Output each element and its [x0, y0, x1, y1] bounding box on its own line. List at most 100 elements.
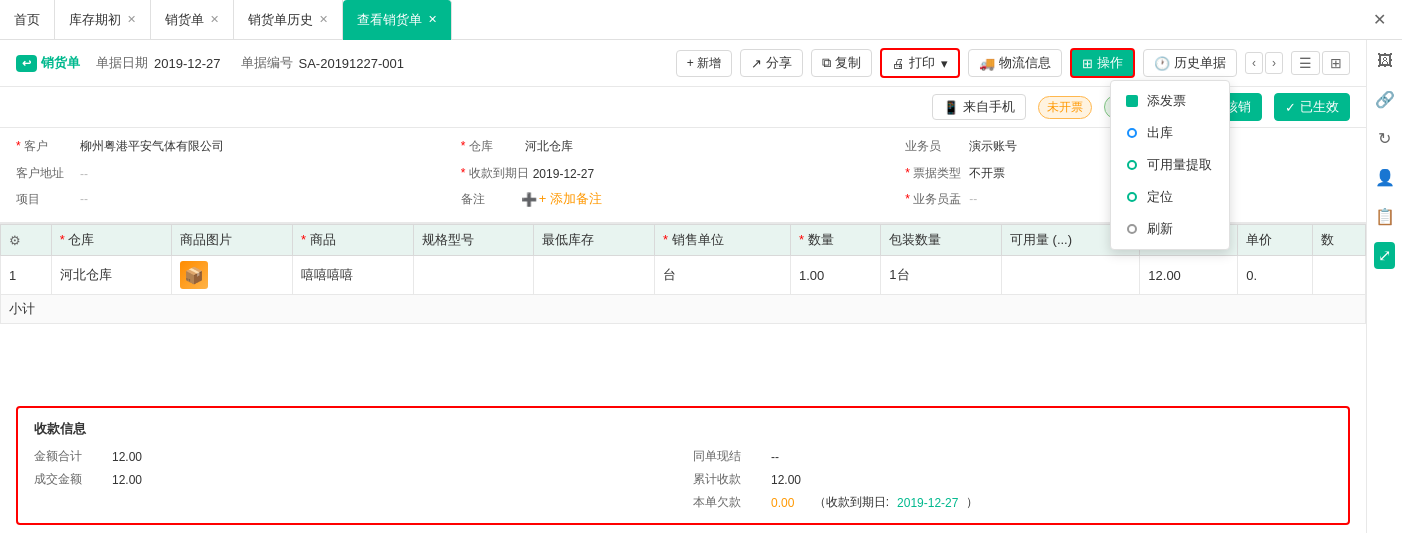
row-amount — [1313, 256, 1366, 295]
dropdown-outbound[interactable]: 出库 — [1111, 117, 1229, 149]
subtotal-row: 小计 — [1, 295, 1366, 324]
add-invoice-icon — [1125, 94, 1139, 108]
document-meta: 单据日期 2019-12-27 单据编号 SA-20191227-001 — [96, 54, 660, 72]
row-min-stock — [534, 256, 655, 295]
tab-close-inventory[interactable]: ✕ — [127, 13, 136, 26]
sidebar-image-icon[interactable]: 🖼 — [1373, 48, 1397, 74]
project-label: 项目 — [16, 191, 76, 208]
same-order-value: -- — [771, 450, 779, 464]
share-icon: ↗ — [751, 56, 762, 71]
operations-button[interactable]: ⊞ 操作 — [1070, 48, 1135, 78]
position-icon — [1125, 190, 1139, 204]
number-label: 单据编号 — [241, 54, 293, 72]
sales-person-label: 业务员盂 — [905, 191, 965, 208]
from-phone-button[interactable]: 📱 来自手机 — [932, 94, 1026, 120]
list-view-button[interactable]: ☰ — [1291, 51, 1320, 75]
ticket-type-label: 票据类型 — [905, 165, 965, 182]
customer-label: 客户 — [16, 138, 76, 155]
settings-icon[interactable]: ⚙ — [9, 233, 21, 248]
available-qty-icon — [1125, 158, 1139, 172]
row-product-img: 📦 — [172, 256, 293, 295]
customer-address-label: 客户地址 — [16, 165, 76, 182]
col-warehouse: 仓库 — [51, 225, 172, 256]
phone-icon: 📱 — [943, 100, 959, 115]
col-quantity: 数量 — [790, 225, 880, 256]
sidebar-expand-icon[interactable]: ⤢ — [1374, 242, 1395, 269]
total-amount-row: 金额合计 12.00 — [34, 448, 673, 465]
payment-info-section: 收款信息 金额合计 12.00 成交金额 12.00 同单现结 -- — [16, 406, 1350, 525]
col-settings[interactable]: ⚙ — [1, 225, 52, 256]
effective-check-icon: ✓ — [1285, 100, 1296, 115]
copy-button[interactable]: ⧉ 复制 — [811, 49, 872, 77]
grid-view-button[interactable]: ⊞ — [1322, 51, 1350, 75]
document-header: ↩ 销货单 单据日期 2019-12-27 单据编号 SA-20191227-0… — [0, 40, 1366, 87]
logistics-button[interactable]: 🚚 物流信息 — [968, 49, 1062, 77]
sidebar-link-icon[interactable]: 🔗 — [1371, 86, 1399, 113]
cumulative-payment-value: 12.00 — [771, 473, 801, 487]
table-row: 1 河北仓库 📦 嘻嘻嘻嘻 台 1.00 1台 12.00 0. — [1, 256, 1366, 295]
tab-sales-order[interactable]: 销货单 ✕ — [151, 0, 234, 40]
dropdown-position[interactable]: 定位 — [1111, 181, 1229, 213]
print-button[interactable]: 🖨 打印 ▾ — [880, 48, 960, 78]
next-button[interactable]: › — [1265, 52, 1283, 74]
operations-dropdown: 添发票 出库 可用量提取 定位 — [1110, 80, 1230, 250]
row-num: 1 — [1, 256, 52, 295]
sidebar-refresh-icon[interactable]: ↻ — [1374, 125, 1395, 152]
payment-note-text: （收款到期日: — [814, 494, 889, 511]
window-close-button[interactable]: ✕ — [1365, 10, 1394, 29]
history-button[interactable]: 🕐 历史单据 — [1143, 49, 1237, 77]
payment-info-title: 收款信息 — [34, 420, 1332, 438]
dropdown-available-qty[interactable]: 可用量提取 — [1111, 149, 1229, 181]
row-warehouse: 河北仓库 — [51, 256, 172, 295]
row-spec — [413, 256, 534, 295]
payment-date-ref: 2019-12-27 — [897, 496, 958, 510]
tab-inventory-init[interactable]: 库存期初 ✕ — [55, 0, 151, 40]
row-unit-price: 0. — [1238, 256, 1313, 295]
sidebar-user-icon[interactable]: 👤 — [1371, 164, 1399, 191]
tab-home[interactable]: 首页 — [8, 0, 55, 40]
row-product: 嘻嘻嘻嘻 — [293, 256, 414, 295]
number-value: SA-20191227-001 — [299, 56, 405, 71]
current-due-row: 本单欠款 0.00 （收款到期日: 2019-12-27 ） — [693, 494, 1332, 511]
tab-close-history[interactable]: ✕ — [319, 13, 328, 26]
tab-close-view[interactable]: ✕ — [428, 13, 437, 26]
dropdown-add-invoice[interactable]: 添发票 — [1111, 85, 1229, 117]
nav-arrows: ‹ › — [1245, 52, 1283, 74]
col-amount: 数 — [1313, 225, 1366, 256]
cumulative-payment-row: 累计收款 12.00 — [693, 471, 1332, 488]
ticket-type-value: 不开票 — [965, 163, 1009, 184]
new-button[interactable]: + 新增 — [676, 50, 732, 77]
date-label: 单据日期 — [96, 54, 148, 72]
logistics-icon: 🚚 — [979, 56, 995, 71]
row-stock: 12.00 — [1140, 256, 1238, 295]
dropdown-refresh[interactable]: 刷新 — [1111, 213, 1229, 245]
payment-note-end: ） — [966, 494, 978, 511]
tab-close-sales[interactable]: ✕ — [210, 13, 219, 26]
warehouse-form-value: 河北仓库 — [521, 136, 577, 157]
print-icon: 🖨 — [892, 56, 905, 71]
col-sales-unit: 销售单位 — [655, 225, 791, 256]
total-amount-label: 金额合计 — [34, 448, 104, 465]
add-note-button[interactable]: ➕ + 添加备注 — [521, 190, 602, 208]
col-min-stock: 最低库存 — [534, 225, 655, 256]
document-title: ↩ 销货单 — [16, 54, 80, 72]
payment-date-label: 收款到期日 — [461, 165, 529, 182]
transaction-amount-row: 成交金额 12.00 — [34, 471, 673, 488]
payment-date-value: 2019-12-27 — [529, 165, 598, 183]
share-button[interactable]: ↗ 分享 — [740, 49, 803, 77]
doc-type-label: 销货单 — [41, 54, 80, 72]
staff-label: 业务员 — [905, 138, 965, 155]
prev-button[interactable]: ‹ — [1245, 52, 1263, 74]
plus-icon: ➕ — [521, 192, 537, 207]
effective-button[interactable]: ✓ 已生效 — [1274, 93, 1350, 121]
row-sales-unit: 台 — [655, 256, 791, 295]
not-open-badge[interactable]: 未开票 — [1038, 96, 1092, 119]
tab-view-sales[interactable]: 查看销货单 ✕ — [343, 0, 452, 40]
tab-sales-history[interactable]: 销货单历史 ✕ — [234, 0, 343, 40]
sales-person-value: -- — [965, 190, 981, 208]
outbound-icon — [1125, 126, 1139, 140]
sidebar-clipboard-icon[interactable]: 📋 — [1371, 203, 1399, 230]
col-pack-qty: 包装数量 — [881, 225, 1002, 256]
tab-bar: 首页 库存期初 ✕ 销货单 ✕ 销货单历史 ✕ 查看销货单 ✕ ✕ — [0, 0, 1402, 40]
total-amount-value: 12.00 — [112, 450, 142, 464]
